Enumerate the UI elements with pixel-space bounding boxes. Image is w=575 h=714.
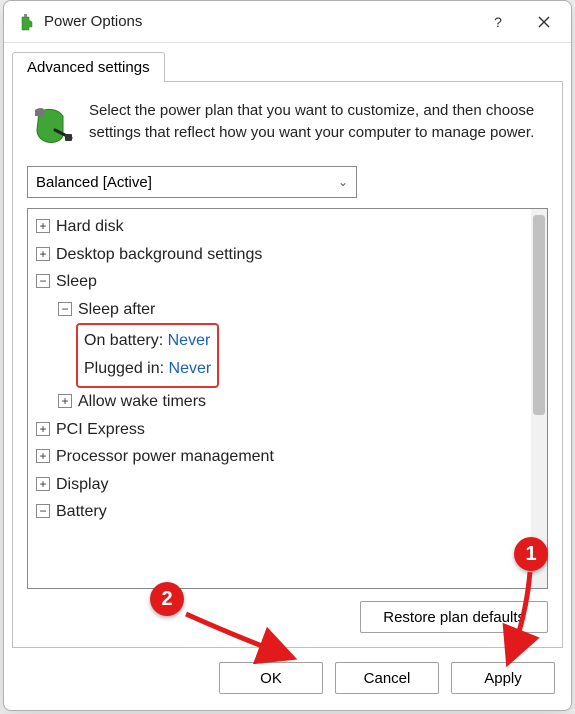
annotation-callout-1: 1 — [514, 537, 548, 571]
tree-node-plugged-in[interactable]: Plugged in: Never — [84, 355, 211, 383]
close-button[interactable] — [521, 3, 567, 41]
collapse-icon[interactable]: − — [36, 274, 50, 288]
on-battery-value[interactable]: Never — [168, 332, 211, 349]
expand-icon[interactable]: + — [36, 422, 50, 436]
tree-node-pci-express[interactable]: +PCI Express — [30, 416, 529, 444]
expand-icon[interactable]: + — [36, 449, 50, 463]
window-title: Power Options — [44, 13, 475, 30]
intro-row: Select the power plan that you want to c… — [27, 100, 548, 148]
settings-tree[interactable]: +Hard disk +Desktop background settings … — [28, 209, 531, 588]
tree-node-battery[interactable]: −Battery — [30, 498, 529, 526]
power-options-icon — [16, 12, 36, 32]
titlebar: Power Options ? — [4, 1, 571, 43]
tree-scrollbar[interactable] — [531, 209, 547, 588]
collapse-icon[interactable]: − — [58, 302, 72, 316]
expand-icon[interactable]: + — [36, 219, 50, 233]
power-plan-selected: Balanced [Active] — [36, 174, 152, 191]
expand-icon[interactable]: + — [58, 394, 72, 408]
tree-node-desktop-background[interactable]: +Desktop background settings — [30, 241, 529, 269]
help-button[interactable]: ? — [475, 3, 521, 41]
dialog-button-row: OK Cancel Apply — [4, 648, 571, 710]
tree-node-display[interactable]: +Display — [30, 471, 529, 499]
sleep-after-values: On battery: Never Plugged in: Never — [30, 323, 529, 388]
collapse-icon[interactable]: − — [36, 504, 50, 518]
intro-text: Select the power plan that you want to c… — [89, 100, 548, 148]
tab-panel: Select the power plan that you want to c… — [12, 81, 563, 648]
settings-tree-container: +Hard disk +Desktop background settings … — [27, 208, 548, 589]
highlight-box: On battery: Never Plugged in: Never — [76, 323, 219, 388]
chevron-down-icon: ⌄ — [338, 175, 348, 189]
tree-node-hard-disk[interactable]: +Hard disk — [30, 213, 529, 241]
restore-row: Restore plan defaults — [27, 589, 548, 633]
close-icon — [538, 16, 550, 28]
tree-node-sleep-after[interactable]: −Sleep after — [30, 296, 529, 324]
tree-node-allow-wake-timers[interactable]: +Allow wake timers — [30, 388, 529, 416]
power-plan-icon — [27, 100, 75, 148]
scrollbar-thumb[interactable] — [533, 215, 545, 415]
apply-button[interactable]: Apply — [451, 662, 555, 694]
tab-strip: Advanced settings — [4, 43, 571, 81]
tree-node-processor-power-management[interactable]: +Processor power management — [30, 443, 529, 471]
power-options-dialog: Power Options ? Advanced settings Select… — [3, 0, 572, 711]
restore-plan-defaults-button[interactable]: Restore plan defaults — [360, 601, 548, 633]
annotation-callout-2: 2 — [150, 582, 184, 616]
expand-icon[interactable]: + — [36, 477, 50, 491]
plugged-in-value[interactable]: Never — [169, 360, 212, 377]
tree-node-sleep[interactable]: −Sleep — [30, 268, 529, 296]
ok-button[interactable]: OK — [219, 662, 323, 694]
tab-advanced-settings[interactable]: Advanced settings — [12, 52, 165, 82]
tree-node-on-battery[interactable]: On battery: Never — [84, 327, 211, 355]
expand-icon[interactable]: + — [36, 247, 50, 261]
cancel-button[interactable]: Cancel — [335, 662, 439, 694]
power-plan-dropdown[interactable]: Balanced [Active] ⌄ — [27, 166, 357, 198]
